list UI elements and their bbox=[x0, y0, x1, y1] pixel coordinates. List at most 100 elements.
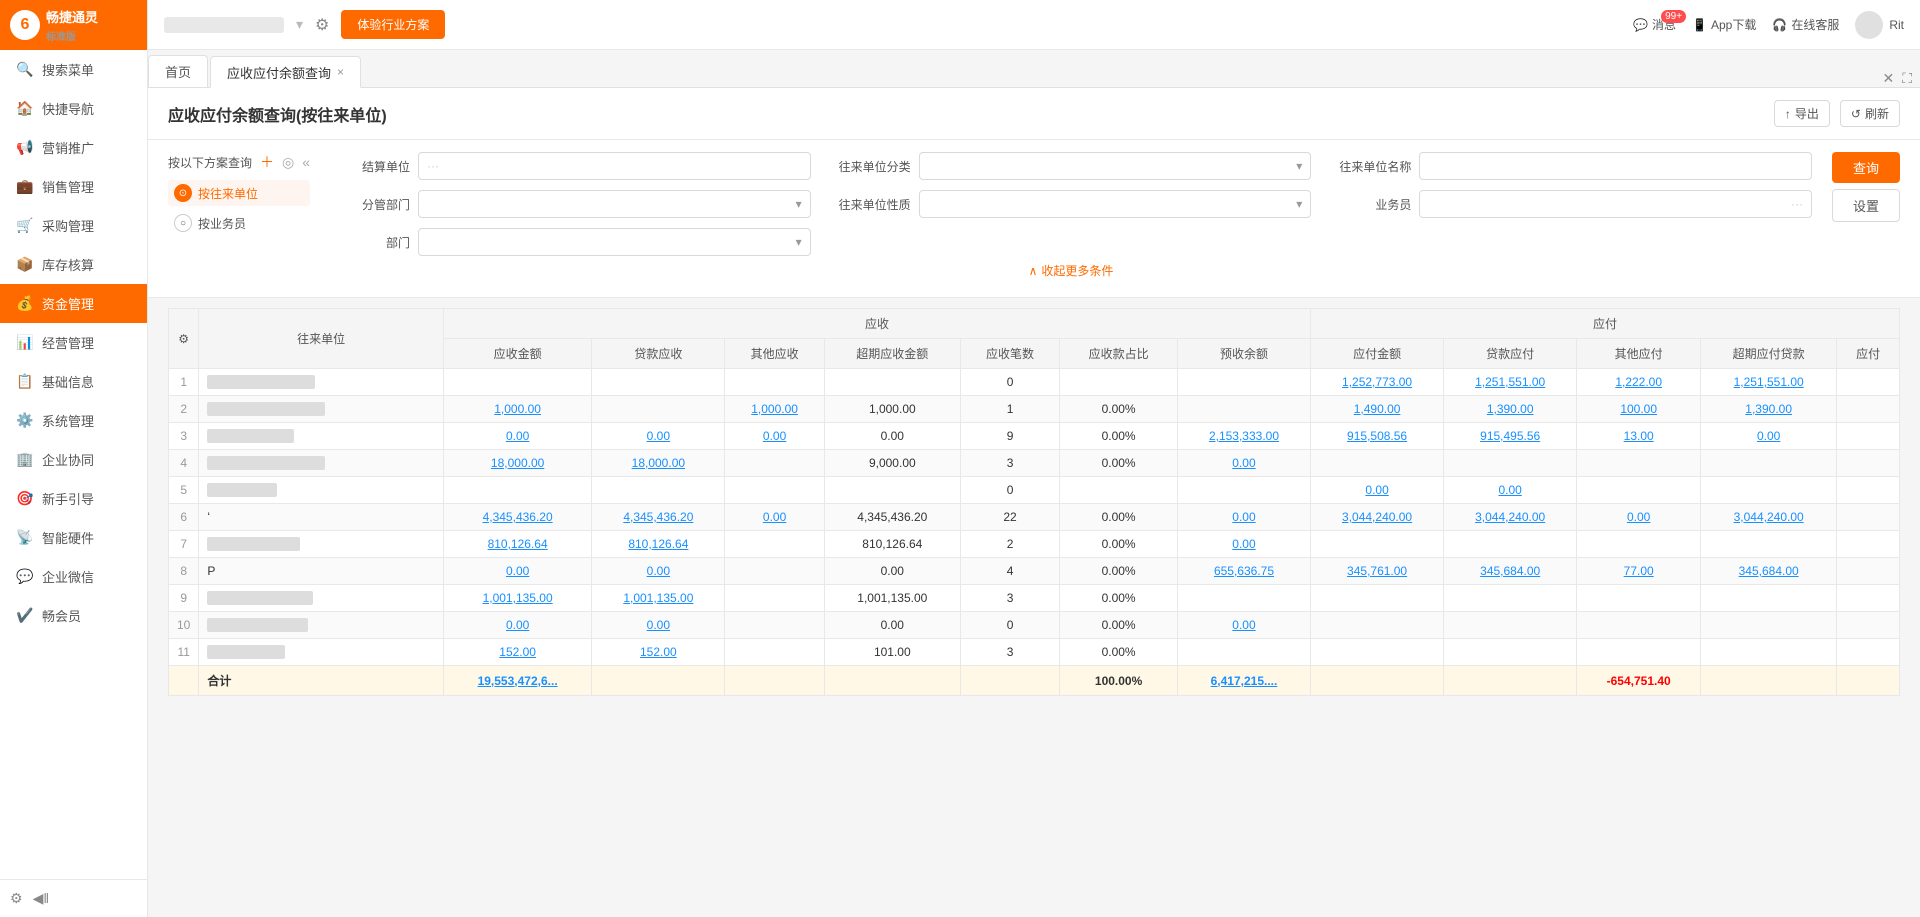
footer-ar-ratio: 100.00% bbox=[1060, 666, 1178, 696]
chevron-down-icon: ▾ bbox=[1296, 159, 1302, 173]
add-filter-icon[interactable]: ＋ bbox=[260, 152, 274, 172]
by-partner-option[interactable]: ⊙ 按往来单位 bbox=[168, 180, 310, 206]
partner-cell: ████████ bbox=[199, 450, 444, 477]
target-filter-icon[interactable]: ◎ bbox=[282, 154, 294, 171]
top-header: ▾ ⚙ 体验行业方案 💬 消息 99+ 📱 App下载 🎧 在线客服 bbox=[148, 0, 1920, 50]
sidebar-gear-icon[interactable]: ⚙ bbox=[10, 890, 23, 907]
table-row: 2████████1,000.001,000.001,000.0010.00%1… bbox=[169, 396, 1900, 423]
table-gear-header[interactable]: ⚙ bbox=[169, 309, 199, 369]
partner-cell: ████████ bbox=[199, 612, 444, 639]
table-row: 7████████810,126.64810,126.64810,126.642… bbox=[169, 531, 1900, 558]
filter-field-branch-dept: 部门 ▾ bbox=[330, 228, 811, 256]
app-download-label: App下载 bbox=[1711, 16, 1756, 33]
tab-ar-query[interactable]: 应收应付余额查询 × bbox=[210, 56, 361, 88]
filter-input-dept[interactable]: ▾ bbox=[418, 190, 811, 218]
member-icon: ✔️ bbox=[16, 607, 34, 625]
message-button[interactable]: 💬 消息 99+ bbox=[1633, 16, 1676, 33]
col-ar-loan: 贷款应收 bbox=[592, 339, 725, 369]
sidebar-item-search[interactable]: 🔍 搜索菜单 bbox=[0, 50, 147, 89]
filter-input-branch-dept[interactable]: ▾ bbox=[418, 228, 811, 256]
app-edition: 标准版 bbox=[46, 28, 98, 43]
sidebar-item-purchase[interactable]: 🛒 采购管理 bbox=[0, 206, 147, 245]
footer-ap-overdue bbox=[1701, 666, 1837, 696]
table-row: 4████████18,000.0018,000.009,000.0030.00… bbox=[169, 450, 1900, 477]
partner-cell: ████████ bbox=[199, 639, 444, 666]
filter-label-salesman: 业务员 bbox=[1331, 196, 1411, 213]
filter-input-partner-name[interactable] bbox=[1419, 152, 1812, 180]
logo-icon: 6 bbox=[10, 10, 40, 40]
sidebar-item-basic[interactable]: 📋 基础信息 bbox=[0, 362, 147, 401]
header-settings-icon[interactable]: ⚙ bbox=[315, 15, 329, 35]
sidebar-item-system[interactable]: ⚙️ 系统管理 bbox=[0, 401, 147, 440]
query-button[interactable]: 查询 bbox=[1832, 152, 1900, 183]
sidebar-item-guide[interactable]: 🎯 新手引导 bbox=[0, 479, 147, 518]
export-button[interactable]: ↑ 导出 bbox=[1774, 100, 1830, 127]
footer-ar-count bbox=[960, 666, 1059, 696]
sidebar-item-member[interactable]: ✔️ 畅会员 bbox=[0, 596, 147, 635]
tab-close-icon[interactable]: × bbox=[337, 65, 344, 79]
by-salesman-option[interactable]: ○ 按业务员 bbox=[168, 210, 310, 236]
home-icon: 🏠 bbox=[16, 100, 34, 118]
by-partner-icon: ⊙ bbox=[174, 184, 192, 202]
tab-home[interactable]: 首页 bbox=[148, 55, 208, 87]
footer-ap-loan bbox=[1444, 666, 1577, 696]
sidebar-item-wechat[interactable]: 💬 企业微信 bbox=[0, 557, 147, 596]
sidebar-item-finance[interactable]: 💰 资金管理 bbox=[0, 284, 147, 323]
tab-close-window-icon[interactable]: ✕ bbox=[1882, 70, 1894, 87]
wechat-icon: 💬 bbox=[16, 568, 34, 586]
sidebar-item-label: 搜索菜单 bbox=[42, 60, 94, 79]
filter-label-settlement: 结算单位 bbox=[330, 158, 410, 175]
filter-by-label: 按以下方案查询 bbox=[168, 154, 252, 171]
refresh-button[interactable]: ↺ 刷新 bbox=[1840, 100, 1900, 127]
sidebar-item-sales[interactable]: 💼 销售管理 bbox=[0, 167, 147, 206]
filter-actions: 查询 设置 bbox=[1832, 152, 1900, 222]
app-download-button[interactable]: 📱 App下载 bbox=[1692, 16, 1756, 33]
solution-button[interactable]: 体验行业方案 bbox=[341, 10, 445, 39]
online-service-button[interactable]: 🎧 在线客服 bbox=[1772, 16, 1839, 33]
by-salesman-icon: ○ bbox=[174, 214, 192, 232]
header-breadcrumb bbox=[164, 17, 284, 33]
filter-collapse-button[interactable]: ∧ 收起更多条件 bbox=[330, 256, 1812, 285]
setting-button[interactable]: 设置 bbox=[1832, 189, 1900, 222]
sidebar-item-quicknav[interactable]: 🏠 快捷导航 bbox=[0, 89, 147, 128]
filter-input-salesman[interactable]: ··· bbox=[1419, 190, 1812, 218]
data-table: ⚙ 往来单位 应收 应付 应收金额 贷款应收 其他应收 超期应收金额 应收笔数 … bbox=[168, 308, 1900, 696]
sidebar-item-enterprise[interactable]: 🏢 企业协同 bbox=[0, 440, 147, 479]
header-right: 💬 消息 99+ 📱 App下载 🎧 在线客服 Rit bbox=[1633, 11, 1904, 39]
sidebar-item-marketing[interactable]: 📢 营销推广 bbox=[0, 128, 147, 167]
filter-input-partner-type[interactable]: ▾ bbox=[919, 190, 1312, 218]
hardware-icon: 📡 bbox=[16, 529, 34, 547]
purchase-icon: 🛒 bbox=[16, 217, 34, 235]
sidebar-item-operation[interactable]: 📊 经营管理 bbox=[0, 323, 147, 362]
breadcrumb-expand-icon[interactable]: ▾ bbox=[296, 16, 303, 33]
col-ar-overdue: 超期应收金额 bbox=[824, 339, 960, 369]
operation-icon: 📊 bbox=[16, 334, 34, 352]
sidebar-collapse-icon[interactable]: ◀‖ bbox=[33, 890, 50, 907]
finance-icon: 💰 bbox=[16, 295, 34, 313]
filter-input-partner-category[interactable]: ▾ bbox=[919, 152, 1312, 180]
col-ar-count: 应收笔数 bbox=[960, 339, 1059, 369]
sidebar-item-label: 资金管理 bbox=[42, 294, 94, 313]
filter-field-partner-type: 往来单位性质 ▾ bbox=[831, 190, 1312, 218]
filter-input-settlement[interactable]: ··· bbox=[418, 152, 811, 180]
table-area: ⚙ 往来单位 应收 应付 应收金额 贷款应收 其他应收 超期应收金额 应收笔数 … bbox=[148, 298, 1920, 917]
user-area: Rit bbox=[1855, 11, 1904, 39]
app-logo: 6 畅捷通灵 标准版 bbox=[0, 0, 147, 50]
sidebar-item-label: 企业微信 bbox=[42, 567, 94, 586]
partner-cell: ʻ bbox=[199, 504, 444, 531]
table-footer: 合计 19,553,472,6... 100.00% 6,417,215....… bbox=[169, 666, 1900, 696]
sidebar-item-label: 经营管理 bbox=[42, 333, 94, 352]
sidebar-item-inventory[interactable]: 📦 库存核算 bbox=[0, 245, 147, 284]
footer-label: 合计 bbox=[199, 666, 444, 696]
collapse-filter-icon[interactable]: « bbox=[302, 154, 310, 170]
sidebar: 6 畅捷通灵 标准版 🔍 搜索菜单 🏠 快捷导航 📢 营销推广 💼 销售管理 bbox=[0, 0, 148, 917]
filter-fields-area: 结算单位 ··· 往来单位分类 ▾ bbox=[330, 152, 1812, 285]
app-download-icon: 📱 bbox=[1692, 18, 1707, 32]
tab-home-label: 首页 bbox=[165, 62, 191, 81]
col-ap-more: 应付 bbox=[1837, 339, 1900, 369]
app-name: 畅捷通灵 bbox=[46, 7, 98, 26]
tab-fullscreen-icon[interactable]: ⛶ bbox=[1902, 70, 1912, 87]
by-salesman-label: 按业务员 bbox=[198, 215, 246, 232]
filter-label-partner-name: 往来单位名称 bbox=[1331, 158, 1411, 175]
sidebar-item-hardware[interactable]: 📡 智能硬件 bbox=[0, 518, 147, 557]
